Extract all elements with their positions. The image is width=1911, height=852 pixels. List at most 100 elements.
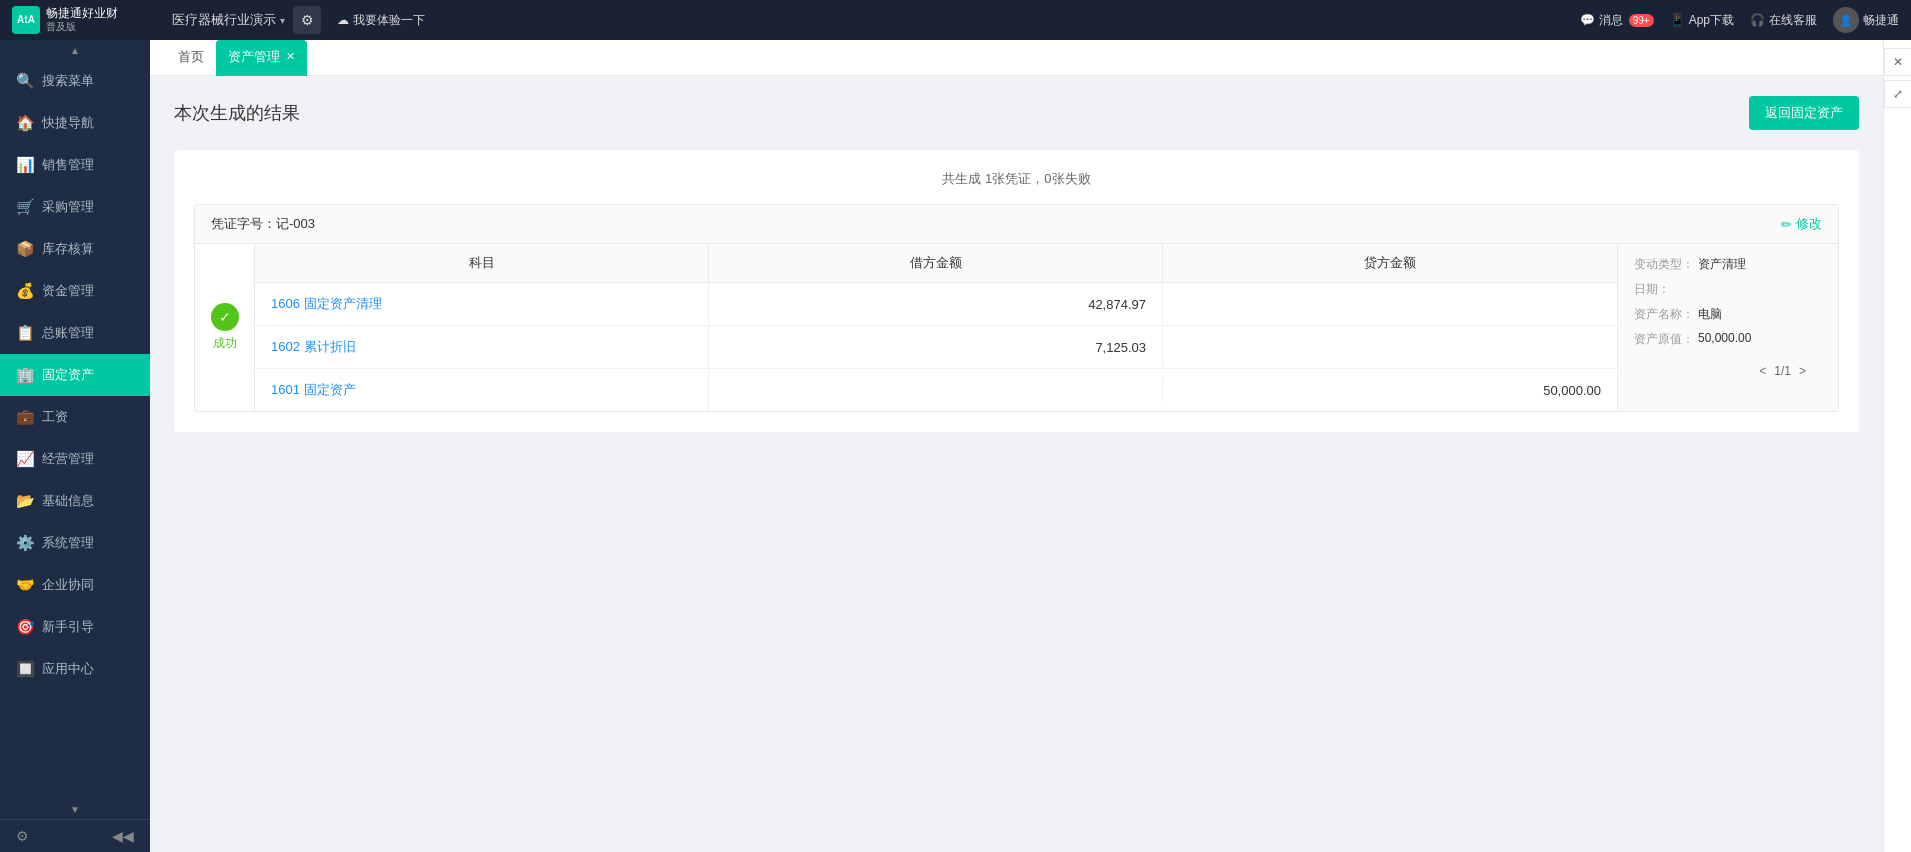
- credit-cell: [1163, 335, 1617, 359]
- subject-cell[interactable]: 1606 固定资产清理: [255, 283, 709, 325]
- message-button[interactable]: 💬 消息 99+: [1580, 12, 1654, 29]
- sidebar-item-label: 销售管理: [42, 156, 94, 174]
- date-label: 日期：: [1634, 281, 1670, 298]
- sidebar-item-search[interactable]: 🔍 搜索菜单: [0, 60, 150, 102]
- chevron-down-icon: ▾: [280, 15, 285, 26]
- voucher-rows: 1606 固定资产清理 42,874.97 1602 累计折旧 7,125.03: [255, 283, 1617, 411]
- sidebar-collapse-icon[interactable]: ◀◀: [112, 828, 134, 844]
- sidebar-scroll-up[interactable]: ▲: [0, 40, 150, 60]
- app-download-label: App下载: [1689, 12, 1734, 29]
- asset-value-row: 资产原值： 50,000.00: [1634, 331, 1822, 348]
- sidebar-item-inventory[interactable]: 📦 库存核算: [0, 228, 150, 270]
- guide-icon: 🎯: [16, 618, 34, 636]
- prev-page[interactable]: <: [1759, 364, 1766, 378]
- logo-area: AtA 畅捷通好业财 普及版: [12, 6, 162, 34]
- change-type-label: 变动类型：: [1634, 256, 1694, 273]
- inventory-icon: 📦: [16, 240, 34, 258]
- tabs-bar: 首页 资产管理 ✕: [150, 40, 1883, 76]
- next-page[interactable]: >: [1799, 364, 1806, 378]
- sidebar-item-label: 应用中心: [42, 660, 94, 678]
- debit-cell: 42,874.97: [709, 285, 1163, 324]
- app-download-button[interactable]: 📱 App下载: [1670, 12, 1734, 29]
- experience-label: 我要体验一下: [353, 12, 425, 29]
- debit-cell: [709, 378, 1163, 402]
- tab-home[interactable]: 首页: [166, 40, 216, 76]
- customer-service-button[interactable]: 🎧 在线客服: [1750, 12, 1817, 29]
- app-version: 普及版: [46, 20, 118, 34]
- sidebar-item-label: 基础信息: [42, 492, 94, 510]
- sidebar-item-quick-nav[interactable]: 🏠 快捷导航: [0, 102, 150, 144]
- sidebar-item-app-center[interactable]: 🔲 应用中心: [0, 648, 150, 690]
- sidebar-item-label: 工资: [42, 408, 68, 426]
- message-icon: 💬: [1580, 13, 1595, 27]
- sidebar-item-label: 固定资产: [42, 366, 94, 384]
- app-center-icon: 🔲: [16, 660, 34, 678]
- credit-cell: [1163, 292, 1617, 316]
- content-area: 首页 资产管理 ✕ 本次生成的结果 返回固定资产 共生成 1张凭证，0张失败 凭…: [150, 40, 1883, 852]
- experience-button[interactable]: ☁ 我要体验一下: [337, 12, 425, 29]
- result-panel: 共生成 1张凭证，0张失败 凭证字号：记-003 ✏ 修改 ✓: [174, 150, 1859, 432]
- basic-info-icon: 📂: [16, 492, 34, 510]
- sidebar-item-label: 经营管理: [42, 450, 94, 468]
- purchase-icon: 🛒: [16, 198, 34, 216]
- sidebar-item-purchase[interactable]: 🛒 采购管理: [0, 186, 150, 228]
- payroll-icon: 💼: [16, 408, 34, 426]
- settings-icon-btn[interactable]: ⚙: [293, 6, 321, 34]
- sidebar-item-label: 搜索菜单: [42, 72, 94, 90]
- credit-cell: 50,000.00: [1163, 371, 1617, 410]
- subject-cell[interactable]: 1601 固定资产: [255, 369, 709, 411]
- panel-close-button[interactable]: ✕: [1884, 48, 1911, 76]
- table-row: 1601 固定资产 50,000.00: [255, 369, 1617, 411]
- sidebar-item-guide[interactable]: 🎯 新手引导: [0, 606, 150, 648]
- top-header: AtA 畅捷通好业财 普及版 医疗器械行业演示 ▾ ⚙ ☁ 我要体验一下 💬 消…: [0, 0, 1911, 40]
- panel-expand-button[interactable]: ⤢: [1884, 80, 1911, 108]
- voucher-number: 凭证字号：记-003: [211, 215, 315, 233]
- edit-icon: ✏: [1781, 217, 1792, 232]
- system-icon: ⚙️: [16, 534, 34, 552]
- header-right: 💬 消息 99+ 📱 App下载 🎧 在线客服 👤 畅捷通: [1580, 7, 1899, 33]
- sidebar: ▲ 🔍 搜索菜单 🏠 快捷导航 📊 销售管理 🛒 采购管理 📦 库存核算: [0, 40, 150, 852]
- sidebar-items: 🔍 搜索菜单 🏠 快捷导航 📊 销售管理 🛒 采购管理 📦 库存核算 💰: [0, 60, 150, 799]
- tab-home-label: 首页: [178, 48, 204, 66]
- sidebar-scroll-down[interactable]: ▼: [0, 799, 150, 819]
- user-profile[interactable]: 👤 畅捷通: [1833, 7, 1899, 33]
- sidebar-item-sales[interactable]: 📊 销售管理: [0, 144, 150, 186]
- tab-asset-management[interactable]: 资产管理 ✕: [216, 40, 307, 76]
- app-name: 畅捷通好业财: [46, 6, 118, 20]
- change-type-value: 资产清理: [1698, 256, 1746, 273]
- sidebar-item-label: 新手引导: [42, 618, 94, 636]
- company-name: 医疗器械行业演示: [172, 11, 276, 29]
- sales-icon: 📊: [16, 156, 34, 174]
- sidebar-item-ledger[interactable]: 📋 总账管理: [0, 312, 150, 354]
- subject-cell[interactable]: 1602 累计折旧: [255, 326, 709, 368]
- pagination: < 1/1 >: [1634, 356, 1822, 386]
- asset-name-value: 电脑: [1698, 306, 1722, 323]
- sidebar-item-enterprise[interactable]: 🤝 企业协同: [0, 564, 150, 606]
- sidebar-item-fixed-assets[interactable]: 🏢 固定资产: [0, 354, 150, 396]
- panel-controls: ✕ ⤢: [1883, 40, 1911, 852]
- sidebar-settings-icon[interactable]: ⚙: [16, 828, 29, 844]
- sidebar-item-label: 企业协同: [42, 576, 94, 594]
- return-button[interactable]: 返回固定资产: [1749, 96, 1859, 130]
- sidebar-item-finance[interactable]: 💰 资金管理: [0, 270, 150, 312]
- tab-close-icon[interactable]: ✕: [286, 50, 295, 63]
- debit-cell: 7,125.03: [709, 328, 1163, 367]
- username: 畅捷通: [1863, 12, 1899, 29]
- status-column: ✓ 成功: [195, 244, 255, 411]
- enterprise-icon: 🤝: [16, 576, 34, 594]
- date-row: 日期：: [1634, 281, 1822, 298]
- voucher-table-header: 科目 借方金额 贷方金额: [255, 244, 1617, 283]
- sidebar-item-operations[interactable]: 📈 经营管理: [0, 438, 150, 480]
- message-badge: 99+: [1629, 14, 1654, 27]
- col-debit: 借方金额: [709, 244, 1163, 282]
- result-summary: 共生成 1张凭证，0张失败: [194, 170, 1839, 188]
- company-selector[interactable]: 医疗器械行业演示 ▾: [172, 11, 285, 29]
- edit-button[interactable]: ✏ 修改: [1781, 215, 1822, 233]
- sidebar-item-label: 采购管理: [42, 198, 94, 216]
- sidebar-item-system[interactable]: ⚙️ 系统管理: [0, 522, 150, 564]
- headset-icon: 🎧: [1750, 13, 1765, 27]
- sidebar-item-payroll[interactable]: 💼 工资: [0, 396, 150, 438]
- page-title: 本次生成的结果: [174, 101, 300, 125]
- page-info: 1/1: [1774, 364, 1791, 378]
- sidebar-item-basic-info[interactable]: 📂 基础信息: [0, 480, 150, 522]
